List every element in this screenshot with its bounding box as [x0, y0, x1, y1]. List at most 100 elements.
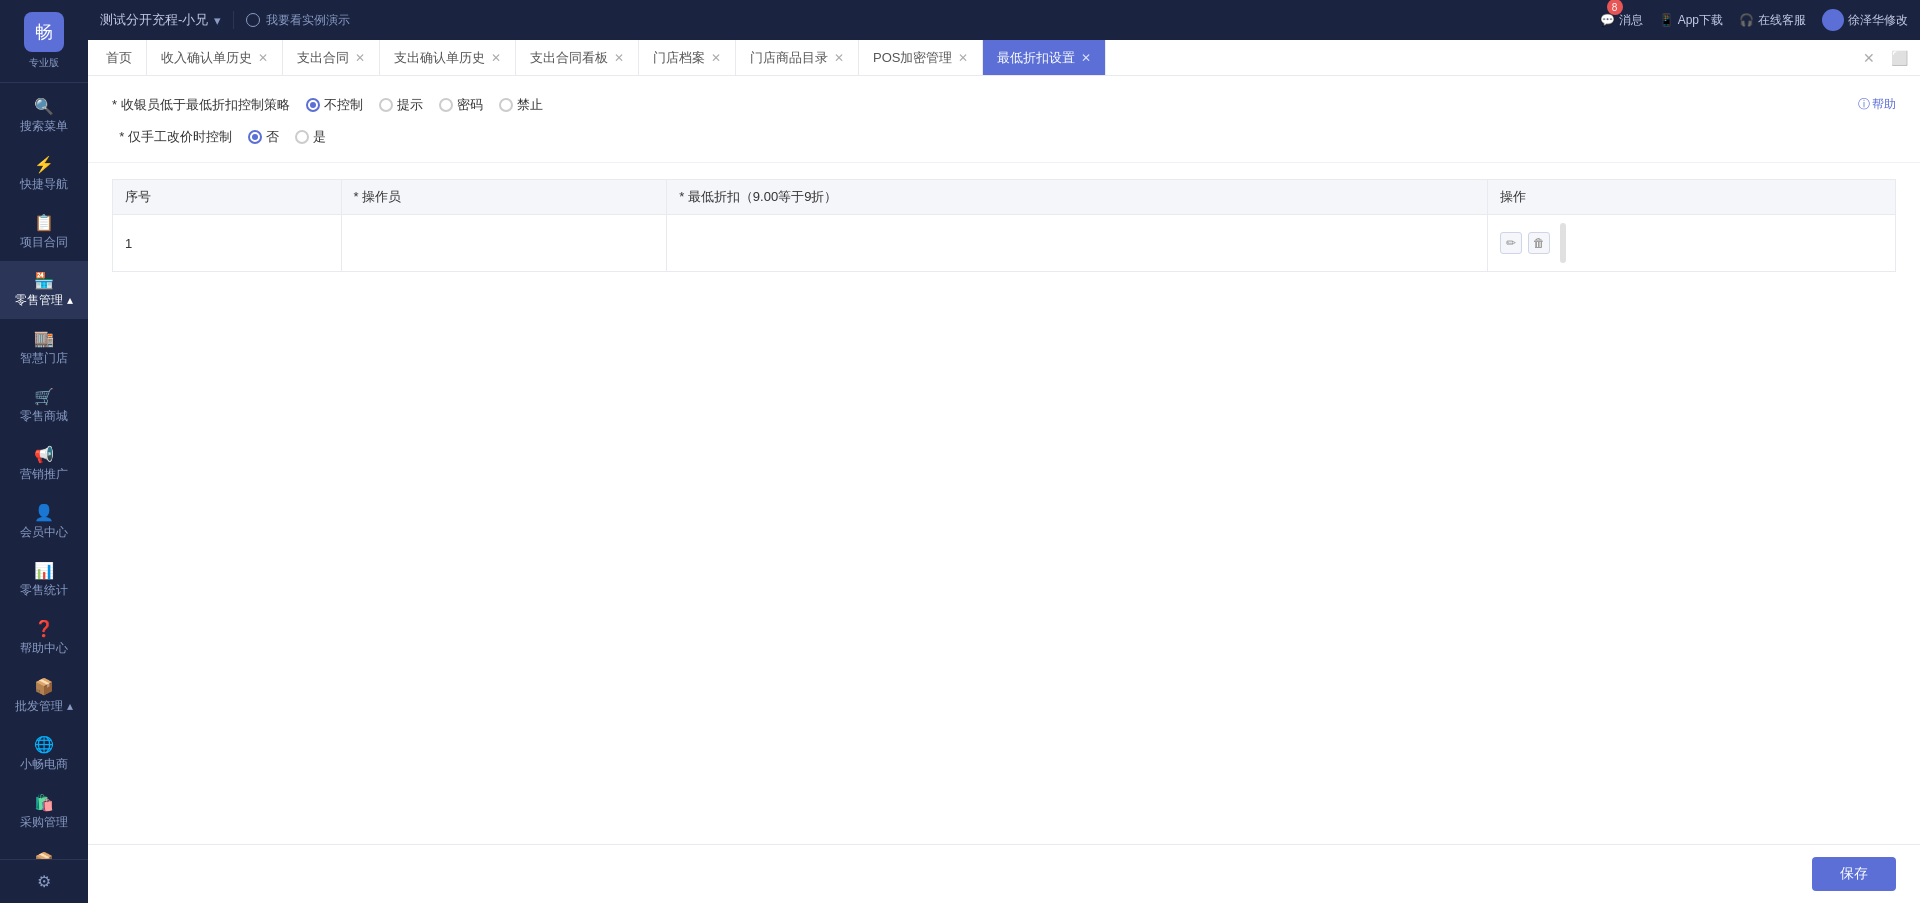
app-download-btn[interactable]: 📱 App下载 [1659, 12, 1723, 29]
sidebar-item-label: 智慧门店 [20, 350, 68, 367]
main-area: 测试分开充程-小兄 ▾ 我要看实例演示 💬 8 消息 📱 App下载 🎧 在线客 [88, 0, 1920, 903]
help-center-icon: ❓ [34, 619, 54, 638]
topbar-dropdown-icon: ▾ [214, 13, 221, 28]
sidebar-item-purchase-mgmt[interactable]: 🛍️采购管理 [0, 783, 88, 841]
help-circle-icon: ⓘ [1858, 96, 1870, 113]
messages-btn[interactable]: 💬 8 消息 [1600, 12, 1643, 29]
tab-close-store-goods-catalog[interactable]: ✕ [834, 51, 844, 65]
messages-badge-wrap: 💬 8 [1600, 13, 1615, 27]
cell-num-0: 1 [113, 215, 342, 272]
tab-close-pos-password[interactable]: ✕ [958, 51, 968, 65]
sidebar-item-label: 帮助中心 [20, 640, 68, 657]
sidebar-logo: 畅 专业版 [0, 0, 88, 83]
tab-expand-btn[interactable]: ⬜ [1887, 48, 1912, 68]
radio-circle-ban [499, 98, 513, 112]
sidebar-item-label: 小畅电商 [20, 756, 68, 773]
table-header-row: 序号* 操作员* 最低折扣（9.00等于9折）操作 [113, 180, 1896, 215]
sidebar-item-label: 搜索菜单 [20, 118, 68, 135]
tab-label-store-file: 门店档案 [653, 49, 705, 67]
sidebar-item-quicknav[interactable]: ⚡ 快捷导航 [0, 145, 88, 203]
cashier-policy-radio-hint[interactable]: 提示 [379, 96, 423, 114]
radio-label-hint: 提示 [397, 96, 423, 114]
messages-count-badge: 8 [1607, 0, 1623, 15]
app-edition-label: 专业版 [29, 56, 59, 70]
radio-circle-manual-yes [295, 130, 309, 144]
user-icon [1822, 9, 1844, 31]
radio-label-password: 密码 [457, 96, 483, 114]
tab-payment-contract[interactable]: 支出合同 ✕ [283, 40, 380, 76]
tab-store-file[interactable]: 门店档案 ✕ [639, 40, 736, 76]
sidebar: 畅 专业版 🔍搜索菜单 ⚡ 快捷导航 📋项目合同🏪零售管理 ▴🏬智慧门店🛒零售商城📢营… [0, 0, 88, 903]
tab-label-payment-contract: 支出合同 [297, 49, 349, 67]
sidebar-item-search[interactable]: 🔍搜索菜单 [0, 87, 88, 145]
tab-income-history[interactable]: 收入确认单历史 ✕ [147, 40, 283, 76]
sidebar-item-label: 批发管理 ▴ [15, 698, 72, 715]
sidebar-item-retail-mgmt[interactable]: 🏪零售管理 ▴ [0, 261, 88, 319]
customer-service-btn[interactable]: 🎧 在线客服 [1739, 12, 1806, 29]
tab-pos-password[interactable]: POS加密管理✕ [859, 40, 983, 76]
cashier-policy-radio-password[interactable]: 密码 [439, 96, 483, 114]
sidebar-item-member[interactable]: 👤会员中心 [0, 493, 88, 551]
sidebar-item-wholesale-mgmt[interactable]: 📦 批发管理 ▴ [0, 667, 88, 725]
tab-payment-contract-board[interactable]: 支出合同看板 ✕ [516, 40, 639, 76]
tab-min-discount-setting[interactable]: 最低折扣设置✕ [983, 40, 1106, 76]
wholesale-mgmt-icon: 📦 [34, 677, 54, 696]
topbar: 测试分开充程-小兄 ▾ 我要看实例演示 💬 8 消息 📱 App下载 🎧 在线客 [88, 0, 1920, 40]
table-head: 序号* 操作员* 最低折扣（9.00等于9折）操作 [113, 180, 1896, 215]
tab-close-payment-contract[interactable]: ✕ [355, 51, 365, 65]
topbar-divider [233, 11, 234, 29]
manual-price-radio-no[interactable]: 否 [248, 128, 279, 146]
edit-btn-0[interactable]: ✏ [1500, 232, 1522, 254]
save-button[interactable]: 保存 [1812, 857, 1896, 891]
demo-circle-icon [246, 13, 260, 27]
tabbar: 首页收入确认单历史✕支出合同✕支出确认单历史✕支出合同看板✕门店档案✕门店商品目… [88, 40, 1920, 76]
tab-label-income-history: 收入确认单历史 [161, 49, 252, 67]
radio-label-no_control: 不控制 [324, 96, 363, 114]
radio-label-manual-no: 否 [266, 128, 279, 146]
download-icon: 📱 [1659, 13, 1674, 27]
sidebar-item-help-center[interactable]: ❓ 帮助中心 [0, 609, 88, 667]
tab-close-income-history[interactable]: ✕ [258, 51, 268, 65]
sidebar-item-retail-stats[interactable]: 📊零售统计 [0, 551, 88, 609]
tab-close-payment-contract-board[interactable]: ✕ [614, 51, 624, 65]
sidebar-item-e-commerce[interactable]: 🌐小畅电商 [0, 725, 88, 783]
sidebar-item-retail-mall[interactable]: 🛒零售商城 [0, 377, 88, 435]
member-icon: 👤 [34, 503, 54, 522]
sidebar-item-marketing[interactable]: 📢营销推广 [0, 435, 88, 493]
tab-store-goods-catalog[interactable]: 门店商品目录✕ [736, 40, 859, 76]
tab-label-payment-contract-board: 支出合同看板 [530, 49, 608, 67]
cashier-policy-radio-ban[interactable]: 禁止 [499, 96, 543, 114]
sidebar-item-label: 项目合同 [20, 234, 68, 251]
purchase-mgmt-icon: 🛍️ [34, 793, 54, 812]
inventory-icon: 📦 [34, 851, 54, 859]
sidebar-footer[interactable]: ⚙ [0, 859, 88, 903]
tab-payment-confirm-history[interactable]: 支出确认单历史✕ [380, 40, 516, 76]
help-label: 帮助 [1872, 96, 1896, 113]
help-link[interactable]: ⓘ 帮助 [1858, 96, 1896, 113]
tab-close-store-file[interactable]: ✕ [711, 51, 721, 65]
sidebar-item-smart-store[interactable]: 🏬智慧门店 [0, 319, 88, 377]
sidebar-nav: 🔍搜索菜单 ⚡ 快捷导航 📋项目合同🏪零售管理 ▴🏬智慧门店🛒零售商城📢营销推广👤会员… [0, 83, 88, 859]
tab-close-min-discount-setting[interactable]: ✕ [1081, 51, 1091, 65]
sidebar-item-label: 零售管理 ▴ [15, 292, 72, 309]
manual-price-radio-yes[interactable]: 是 [295, 128, 326, 146]
tab-close-all-btn[interactable]: ✕ [1859, 48, 1879, 68]
topbar-demo-link[interactable]: 我要看实例演示 [246, 12, 350, 29]
topbar-project[interactable]: 测试分开充程-小兄 ▾ [100, 11, 221, 29]
retail-stats-icon: 📊 [34, 561, 54, 580]
cashier-policy-radio-no_control[interactable]: 不控制 [306, 96, 363, 114]
user-avatar-btn[interactable]: 徐泽华修改 [1822, 9, 1908, 31]
marketing-icon: 📢 [34, 445, 54, 464]
quicknav-icon: ⚡ [34, 155, 54, 174]
settings-icon[interactable]: ⚙ [37, 872, 51, 891]
tab-close-payment-confirm-history[interactable]: ✕ [491, 51, 501, 65]
topbar-project-name: 测试分开充程-小兄 [100, 11, 208, 29]
sidebar-item-label: 快捷导航 [20, 176, 68, 193]
page-footer: 保存 [88, 844, 1920, 903]
radio-circle-password [439, 98, 453, 112]
sidebar-item-inventory[interactable]: 📦库存核算 [0, 841, 88, 859]
delete-btn-0[interactable]: 🗑 [1528, 232, 1550, 254]
retail-mall-icon: 🛒 [34, 387, 54, 406]
tab-home[interactable]: 首页 [92, 40, 147, 76]
sidebar-item-project-contract[interactable]: 📋项目合同 [0, 203, 88, 261]
